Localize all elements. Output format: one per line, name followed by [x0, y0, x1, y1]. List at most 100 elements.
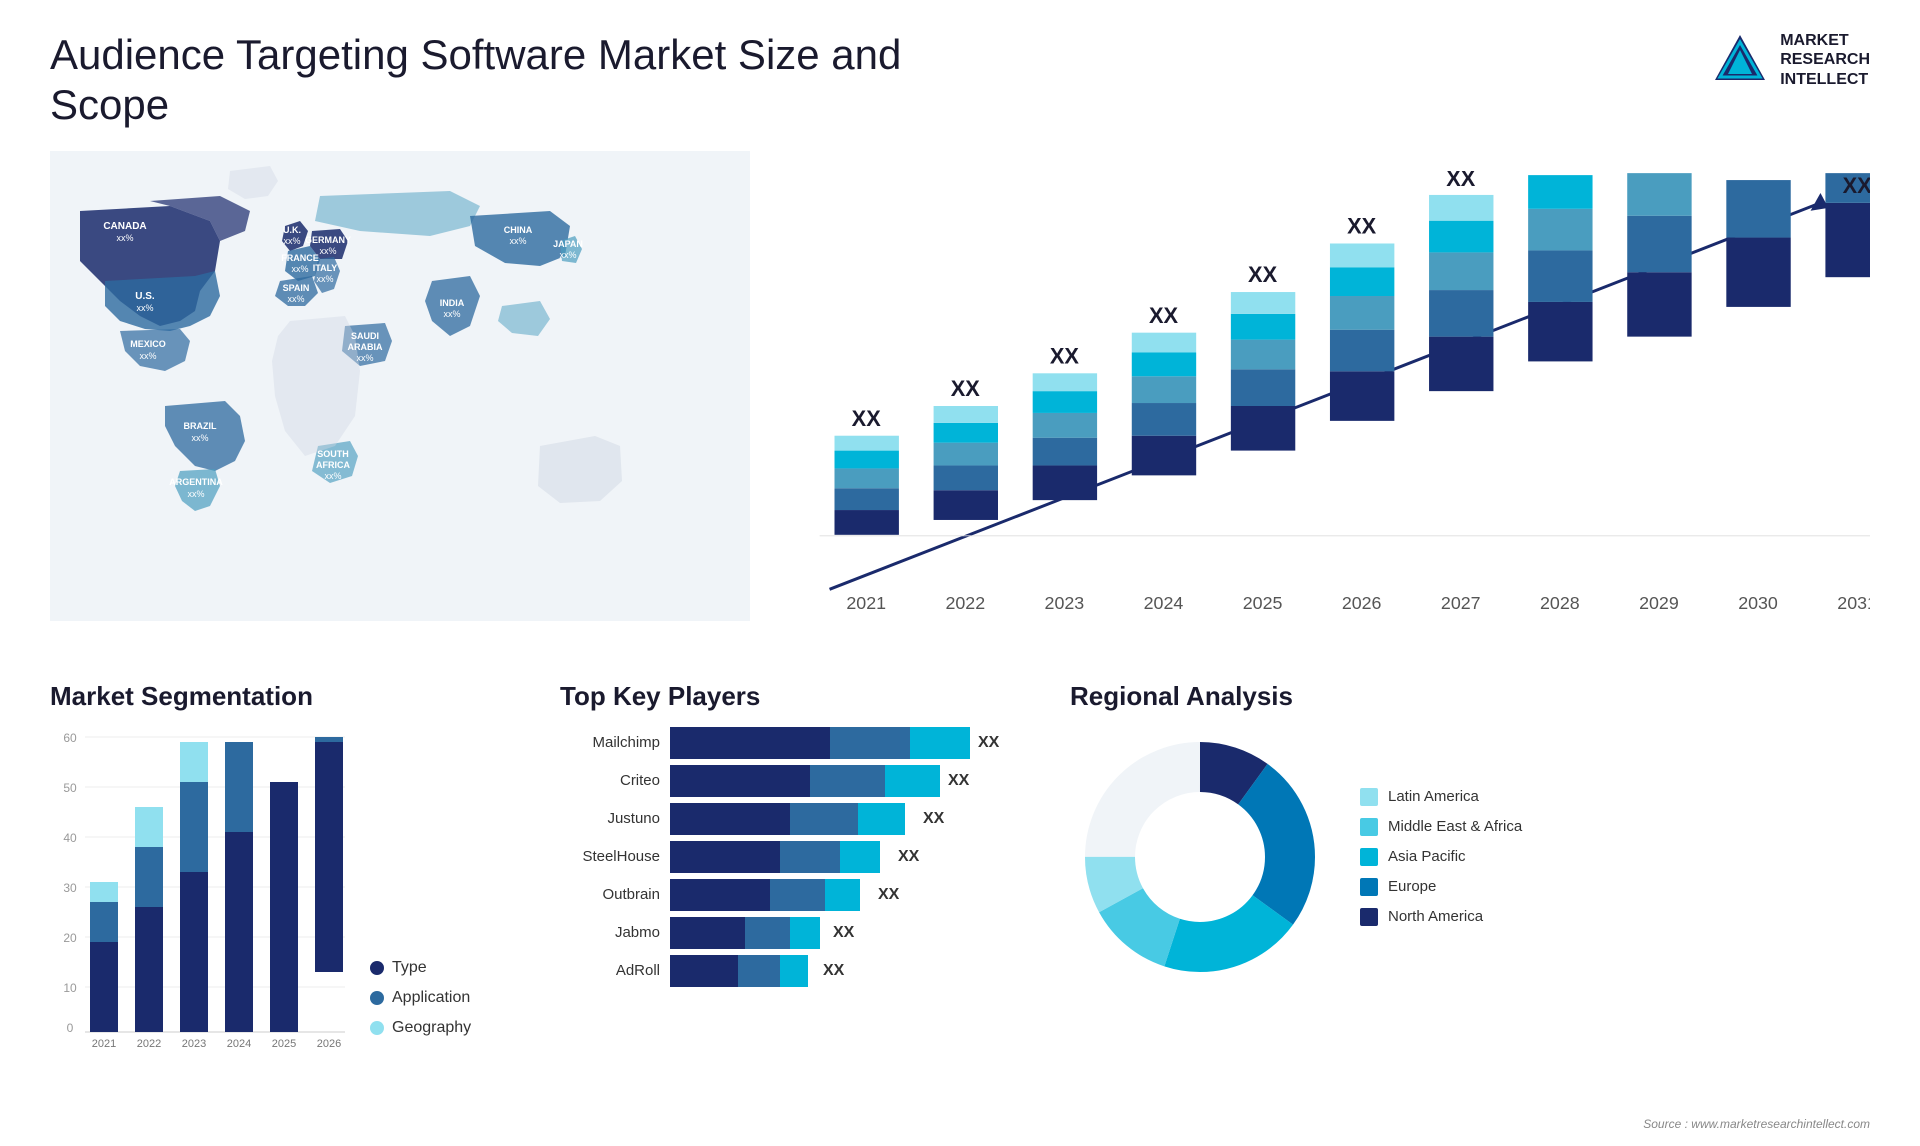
svg-text:XX: XX	[1843, 173, 1870, 198]
player-row-jabmo: Jabmo XX	[560, 917, 1040, 949]
svg-text:CHINA: CHINA	[504, 225, 533, 235]
svg-text:2030: 2030	[1738, 593, 1778, 613]
svg-text:xx%: xx%	[283, 236, 300, 246]
bar-chart-section: XX 2021 XX 2022 XX 2023	[780, 151, 1870, 651]
player-label-mailchimp: XX	[978, 734, 999, 752]
svg-text:2023: 2023	[1045, 593, 1085, 613]
player-bar-justuno: XX	[670, 803, 1040, 835]
player-bar-criteo: XX	[670, 765, 1040, 797]
svg-text:INDIA: INDIA	[440, 298, 465, 308]
regional-section: Regional Analysis	[1070, 681, 1870, 1111]
legend-mea-label: Middle East & Africa	[1388, 818, 1522, 835]
svg-text:AFRICA: AFRICA	[316, 460, 350, 470]
player-bar-adroll: XX	[670, 955, 1040, 987]
svg-text:2025: 2025	[272, 1038, 296, 1050]
svg-text:0: 0	[67, 1021, 74, 1035]
svg-text:xx%: xx%	[509, 236, 526, 246]
svg-text:2021: 2021	[846, 593, 886, 613]
legend-color-mea	[1360, 818, 1378, 836]
regional-legend-latin: Latin America	[1360, 788, 1522, 806]
map-section: CANADA xx% U.S. xx% MEXICO xx% BRAZIL xx…	[50, 151, 750, 651]
svg-text:xx%: xx%	[443, 309, 460, 319]
player-label-outbrain: XX	[878, 886, 899, 904]
logo-line2: RESEARCH	[1780, 50, 1870, 69]
source-text: Source : www.marketresearchintellect.com	[1643, 1117, 1870, 1131]
player-label-jabmo: XX	[833, 924, 854, 942]
svg-text:GERMANY: GERMANY	[305, 235, 351, 245]
legend-application-dot	[370, 991, 384, 1005]
svg-text:2031: 2031	[1837, 593, 1870, 613]
svg-text:2027: 2027	[1441, 593, 1481, 613]
player-label-adroll: XX	[823, 962, 844, 980]
legend-geography-label: Geography	[392, 1019, 471, 1037]
content-bottom: Market Segmentation 60 50 40 30 20 10 0	[50, 681, 1870, 1111]
regional-legend-mea: Middle East & Africa	[1360, 818, 1522, 836]
svg-text:xx%: xx%	[139, 351, 156, 361]
svg-text:XX: XX	[1347, 213, 1377, 238]
player-row-steelhouse: SteelHouse XX	[560, 841, 1040, 873]
player-bar-outbrain: XX	[670, 879, 1040, 911]
svg-text:2021: 2021	[92, 1038, 116, 1050]
player-name-outbrain: Outbrain	[560, 886, 660, 903]
segmentation-section: Market Segmentation 60 50 40 30 20 10 0	[50, 681, 530, 1111]
svg-text:SAUDI: SAUDI	[351, 331, 379, 341]
player-name-mailchimp: Mailchimp	[560, 734, 660, 751]
player-name-justuno: Justuno	[560, 810, 660, 827]
player-row-criteo: Criteo XX	[560, 765, 1040, 797]
svg-text:2026: 2026	[1342, 593, 1382, 613]
logo-container: MARKET RESEARCH INTELLECT	[1710, 30, 1870, 90]
svg-text:ARGENTINA: ARGENTINA	[169, 477, 223, 487]
regional-legend-asiapacific: Asia Pacific	[1360, 848, 1522, 866]
player-name-criteo: Criteo	[560, 772, 660, 789]
player-row-outbrain: Outbrain XX	[560, 879, 1040, 911]
logo-line3: INTELLECT	[1780, 70, 1870, 89]
donut-container: Latin America Middle East & Africa Asia …	[1070, 727, 1870, 987]
players-list: Mailchimp XX Criteo	[560, 727, 1040, 987]
donut-chart	[1070, 727, 1330, 987]
regional-legend-northamerica: North America	[1360, 908, 1522, 926]
svg-text:XX: XX	[1050, 343, 1080, 368]
svg-text:xx%: xx%	[356, 353, 373, 363]
player-bar-steelhouse: XX	[670, 841, 1040, 873]
svg-text:ARABIA: ARABIA	[348, 342, 383, 352]
legend-type-dot	[370, 961, 384, 975]
logo-line1: MARKET	[1780, 31, 1870, 50]
player-row-mailchimp: Mailchimp XX	[560, 727, 1040, 759]
svg-text:2024: 2024	[1144, 593, 1184, 613]
svg-text:SOUTH: SOUTH	[317, 449, 349, 459]
svg-text:xx%: xx%	[116, 233, 133, 243]
legend-color-europe	[1360, 878, 1378, 896]
svg-text:10: 10	[63, 981, 77, 995]
svg-text:FRANCE: FRANCE	[281, 253, 319, 263]
svg-text:XX: XX	[1446, 171, 1476, 191]
regional-title: Regional Analysis	[1070, 681, 1870, 712]
segmentation-title: Market Segmentation	[50, 681, 530, 712]
page-container: Audience Targeting Software Market Size …	[0, 0, 1920, 1146]
svg-text:XX: XX	[951, 376, 981, 401]
legend-geography: Geography	[370, 1019, 471, 1037]
player-name-jabmo: Jabmo	[560, 924, 660, 941]
svg-text:XX: XX	[1248, 262, 1278, 287]
svg-text:MEXICO: MEXICO	[130, 339, 166, 349]
svg-text:2022: 2022	[137, 1038, 161, 1050]
svg-text:30: 30	[63, 881, 77, 895]
regional-legend-europe: Europe	[1360, 878, 1522, 896]
legend-geography-dot	[370, 1021, 384, 1035]
regional-legend: Latin America Middle East & Africa Asia …	[1360, 788, 1522, 926]
legend-color-latin	[1360, 788, 1378, 806]
svg-text:60: 60	[63, 731, 77, 745]
svg-text:xx%: xx%	[136, 303, 153, 313]
player-label-justuno: XX	[923, 810, 944, 828]
player-row-justuno: Justuno XX	[560, 803, 1040, 835]
svg-text:BRAZIL: BRAZIL	[184, 421, 217, 431]
svg-text:xx%: xx%	[559, 250, 576, 260]
segmentation-bar-chart: 60 50 40 30 20 10 0	[50, 727, 350, 1067]
content-top: CANADA xx% U.S. xx% MEXICO xx% BRAZIL xx…	[50, 151, 1870, 651]
svg-text:50: 50	[63, 781, 77, 795]
svg-text:XX: XX	[852, 406, 882, 431]
svg-text:2023: 2023	[182, 1038, 206, 1050]
segmentation-legend: Type Application Geography	[370, 959, 471, 1067]
segmentation-chart-container: 60 50 40 30 20 10 0	[50, 727, 530, 1067]
svg-text:xx%: xx%	[191, 433, 208, 443]
player-label-criteo: XX	[948, 772, 969, 790]
